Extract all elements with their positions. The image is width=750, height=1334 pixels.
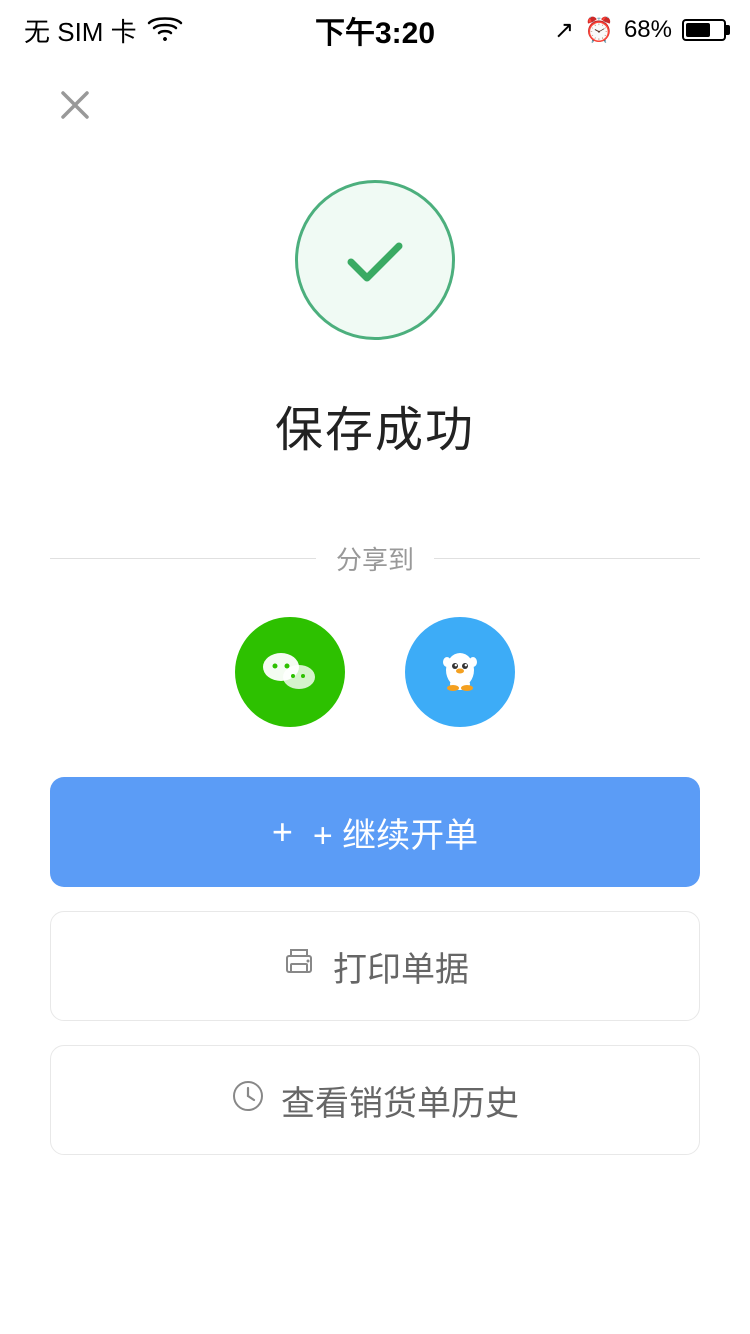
battery-percent: 68% — [624, 16, 672, 44]
printer-icon — [281, 946, 317, 987]
print-label: 打印单据 — [333, 942, 469, 991]
alarm-icon: ⏰ — [584, 16, 614, 45]
status-left: 无 SIM 卡 — [24, 12, 183, 49]
success-circle — [295, 180, 455, 340]
print-button[interactable]: 打印单据 — [50, 911, 700, 1021]
main-content: 保存成功 分享到 — [0, 60, 750, 1195]
success-area: 保存成功 — [50, 160, 700, 510]
close-button[interactable] — [50, 80, 100, 130]
share-icons — [50, 617, 700, 727]
wechat-share-button[interactable] — [235, 617, 345, 727]
history-button[interactable]: 查看销货单历史 — [50, 1045, 700, 1155]
carrier-text: 无 SIM 卡 — [24, 12, 137, 49]
success-title: 保存成功 — [275, 390, 475, 460]
continue-label: + 继续开单 — [313, 808, 478, 857]
share-divider: 分享到 — [50, 540, 700, 577]
qq-share-button[interactable] — [405, 617, 515, 727]
status-bar: 无 SIM 卡 下午3:20 ↗ ⏰ 68% — [0, 0, 750, 60]
wifi-icon — [147, 17, 183, 43]
action-buttons: + + 继续开单 打印单据 查看销货单 — [50, 777, 700, 1155]
battery-icon — [682, 19, 726, 41]
continue-button[interactable]: + + 继续开单 — [50, 777, 700, 887]
plus-icon: + — [272, 811, 293, 853]
share-section: 分享到 — [50, 540, 700, 727]
status-right: ↗ ⏰ 68% — [554, 16, 726, 45]
clock-icon — [231, 1079, 265, 1122]
status-time: 下午3:20 — [315, 8, 435, 52]
history-label: 查看销货单历史 — [281, 1076, 519, 1125]
share-label: 分享到 — [336, 540, 414, 577]
location-icon: ↗ — [554, 16, 574, 45]
